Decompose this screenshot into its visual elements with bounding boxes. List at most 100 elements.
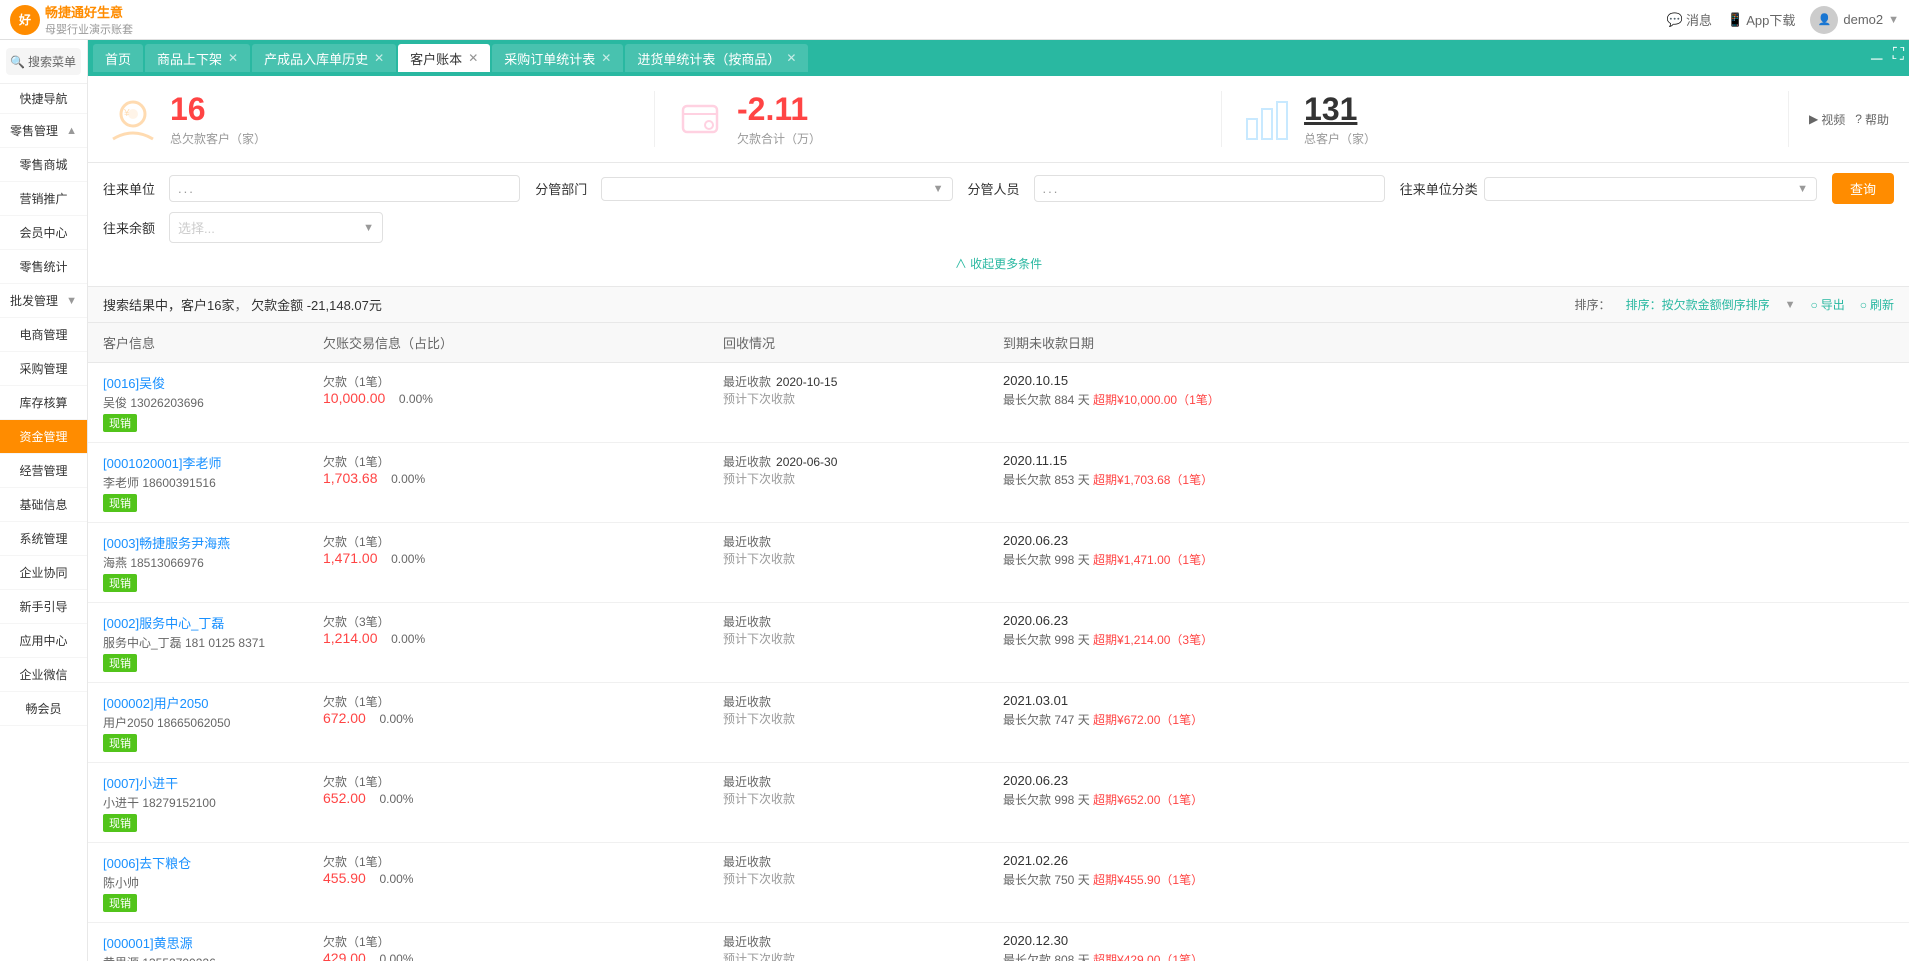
from-unit-input[interactable]: ... <box>169 175 520 202</box>
filter-label-unit-category: 往来单位分类 <box>1400 179 1478 198</box>
tab-home[interactable]: 首页 <box>93 44 143 72</box>
debt-amount-0[interactable]: 10,000.00 <box>323 390 385 406</box>
tab-product-off[interactable]: 商品上下架 ✕ <box>145 44 250 72</box>
search-menu-btn[interactable]: 🔍 搜索菜单 <box>6 48 81 75</box>
customer-name-link-5[interactable]: [0007]小进干 <box>103 773 293 792</box>
next-payment-1: 预计下次收款 <box>723 470 973 487</box>
filter-row-1: 往来单位 ... 分管部门 ▼ 分管人员 <box>103 173 1894 204</box>
tab-maximize-icon[interactable]: ⛶ <box>1893 46 1904 70</box>
overdue-days-0: 最长欠款 884 天 <box>1003 393 1093 407</box>
app-download-btn[interactable]: 📱 App下载 <box>1727 10 1795 29</box>
debt-amount-7[interactable]: 429.00 <box>323 950 366 961</box>
overdue-link-4[interactable]: 超期¥672.00（1笔） <box>1093 713 1203 727</box>
tab-close-purchase[interactable]: ✕ <box>601 51 611 65</box>
dept-select[interactable]: ▼ <box>601 177 952 201</box>
customer-tag-0: 现销 <box>103 414 137 432</box>
tab-minimize-icon[interactable]: － <box>1869 46 1885 70</box>
sidebar-item-marketing[interactable]: 营销推广 <box>0 182 87 216</box>
debt-amount-5[interactable]: 652.00 <box>323 790 366 806</box>
sidebar-item-operations[interactable]: 经营管理 <box>0 454 87 488</box>
customer-name-link-3[interactable]: [0002]服务中心_丁磊 <box>103 613 293 632</box>
svg-text:¥: ¥ <box>123 108 130 119</box>
cell-recovery-5: 最近收款 预计下次收款 <box>708 763 988 843</box>
cell-debt-4: 欠款（1笔） 672.00 0.00% <box>308 683 608 763</box>
overdue-link-0[interactable]: 超期¥10,000.00（1笔） <box>1093 393 1220 407</box>
filter-label-from-unit: 往来单位 <box>103 179 163 198</box>
balance-select[interactable]: 选择... ▼ <box>169 212 383 243</box>
table-row: [0007]小进干 小进干 18279152100 现销 欠款（1笔） 652.… <box>88 763 1909 843</box>
customer-name-link-1[interactable]: [0001020001]李老师 <box>103 453 293 472</box>
cell-customer-6: [0006]去下粮仓 陈小帅 现销 <box>88 843 308 923</box>
cell-debt-7: 欠款（1笔） 429.00 0.00% <box>308 923 608 961</box>
sidebar-item-app-center[interactable]: 应用中心 <box>0 624 87 658</box>
sidebar-item-beginner[interactable]: 新手引导 <box>0 590 87 624</box>
export-btn[interactable]: ○ 导出 <box>1810 296 1844 313</box>
message-btn[interactable]: 💬 消息 <box>1667 10 1712 29</box>
overdue-link-3[interactable]: 超期¥1,214.00（3笔） <box>1093 633 1213 647</box>
tab-close-stock[interactable]: ✕ <box>786 51 796 65</box>
overdue-link-2[interactable]: 超期¥1,471.00（1笔） <box>1093 553 1213 567</box>
table-row: [0001020001]李老师 李老师 18600391516 现销 欠款（1笔… <box>88 443 1909 523</box>
person-input[interactable]: ... <box>1034 175 1385 202</box>
customer-name-link-4[interactable]: [000002]用户2050 <box>103 693 293 712</box>
sidebar-item-retail-mall[interactable]: 零售商城 <box>0 148 87 182</box>
sidebar-item-enterprise[interactable]: 企业协同 <box>0 556 87 590</box>
debt-amount-6[interactable]: 455.90 <box>323 870 366 886</box>
stat-content-customers: 16 总欠款客户（家） <box>170 91 634 147</box>
customer-tag-6: 现销 <box>103 894 137 912</box>
search-button[interactable]: 查询 <box>1832 173 1894 204</box>
user-area[interactable]: 👤 demo2 ▼ <box>1810 6 1899 34</box>
sidebar: 🔍 搜索菜单 快捷导航 零售管理▲ 零售商城 营销推广 会员中心 零售统计 批发… <box>0 40 88 961</box>
customer-name-link-7[interactable]: [000001]黄思源 <box>103 933 293 952</box>
customer-name-link-6[interactable]: [0006]去下粮仓 <box>103 853 293 872</box>
customer-name-link-2[interactable]: [0003]畅捷服务尹海燕 <box>103 533 293 552</box>
sidebar-item-ecommerce[interactable]: 电商管理 <box>0 318 87 352</box>
sidebar-item-retail-mgmt[interactable]: 零售管理▲ <box>0 114 87 148</box>
next-payment-3: 预计下次收款 <box>723 630 973 647</box>
overdue-link-6[interactable]: 超期¥455.90（1笔） <box>1093 873 1203 887</box>
tab-customer-account[interactable]: 客户账本 ✕ <box>398 44 490 72</box>
video-btn[interactable]: ▶ 视频 <box>1809 111 1845 128</box>
debt-amount-3[interactable]: 1,214.00 <box>323 630 378 646</box>
tab-stock-stats[interactable]: 进货单统计表（按商品） ✕ <box>625 44 808 72</box>
collapse-btn[interactable]: ∧ 收起更多条件 <box>103 251 1894 276</box>
cell-recovery-0: 最近收款2020-10-15 预计下次收款 <box>708 363 988 443</box>
sidebar-item-finance[interactable]: 资金管理 <box>0 420 87 454</box>
debt-amount-2[interactable]: 1,471.00 <box>323 550 378 566</box>
unit-category-select[interactable]: ▼ <box>1484 177 1817 201</box>
overdue-info-1: 最长欠款 853 天 超期¥1,703.68（1笔） <box>1003 471 1894 488</box>
sidebar-item-enterprise-wechat[interactable]: 企业微信 <box>0 658 87 692</box>
customer-tag-2: 现销 <box>103 574 137 592</box>
cell-overdue-7: 2020.12.30 最长欠款 808 天 超期¥429.00（1笔） <box>988 923 1909 961</box>
sidebar-item-basic-info[interactable]: 基础信息 <box>0 488 87 522</box>
debt-percent-4: 0.00% <box>379 712 413 726</box>
refresh-btn[interactable]: ○ 刷新 <box>1860 296 1894 313</box>
help-btn[interactable]: ? 帮助 <box>1855 111 1889 128</box>
tab-purchase-order[interactable]: 采购订单统计表 ✕ <box>492 44 623 72</box>
filter-label-person: 分管人员 <box>968 179 1028 198</box>
logo-icon: 好 <box>10 5 40 35</box>
debt-amount-4[interactable]: 672.00 <box>323 710 366 726</box>
customer-phone-4: 用户2050 18665062050 <box>103 714 293 731</box>
overdue-link-5[interactable]: 超期¥652.00（1笔） <box>1093 793 1203 807</box>
tab-production-history[interactable]: 产成品入库单历史 ✕ <box>252 44 396 72</box>
overdue-date-3: 2020.06.23 <box>1003 613 1894 628</box>
tab-close-product-off[interactable]: ✕ <box>228 51 238 65</box>
sidebar-item-retail-stats[interactable]: 零售统计 <box>0 250 87 284</box>
sidebar-item-quick-nav[interactable]: 快捷导航 <box>0 84 87 114</box>
tab-close-production[interactable]: ✕ <box>374 51 384 65</box>
overdue-link-1[interactable]: 超期¥1,703.68（1笔） <box>1093 473 1213 487</box>
sidebar-item-purchase[interactable]: 采购管理 <box>0 352 87 386</box>
sidebar-item-batch-mgmt[interactable]: 批发管理▼ <box>0 284 87 318</box>
sidebar-item-warehouse[interactable]: 库存核算 <box>0 386 87 420</box>
overdue-link-7[interactable]: 超期¥429.00（1笔） <box>1093 953 1203 961</box>
table-row: [000001]黄思源 黄思源 13552700226 现销 欠款（1笔） 42… <box>88 923 1909 961</box>
sort-select[interactable]: 排序：按欠款金额倒序排序 <box>1626 296 1770 313</box>
tab-close-customer[interactable]: ✕ <box>468 51 478 65</box>
customer-name-link-0[interactable]: [0016]吴俊 <box>103 373 293 392</box>
stat-icon-total <box>1242 94 1292 144</box>
sidebar-item-member[interactable]: 会员中心 <box>0 216 87 250</box>
sidebar-item-system[interactable]: 系统管理 <box>0 522 87 556</box>
debt-amount-1[interactable]: 1,703.68 <box>323 470 378 486</box>
sidebar-item-vip-member[interactable]: 畅会员 <box>0 692 87 726</box>
